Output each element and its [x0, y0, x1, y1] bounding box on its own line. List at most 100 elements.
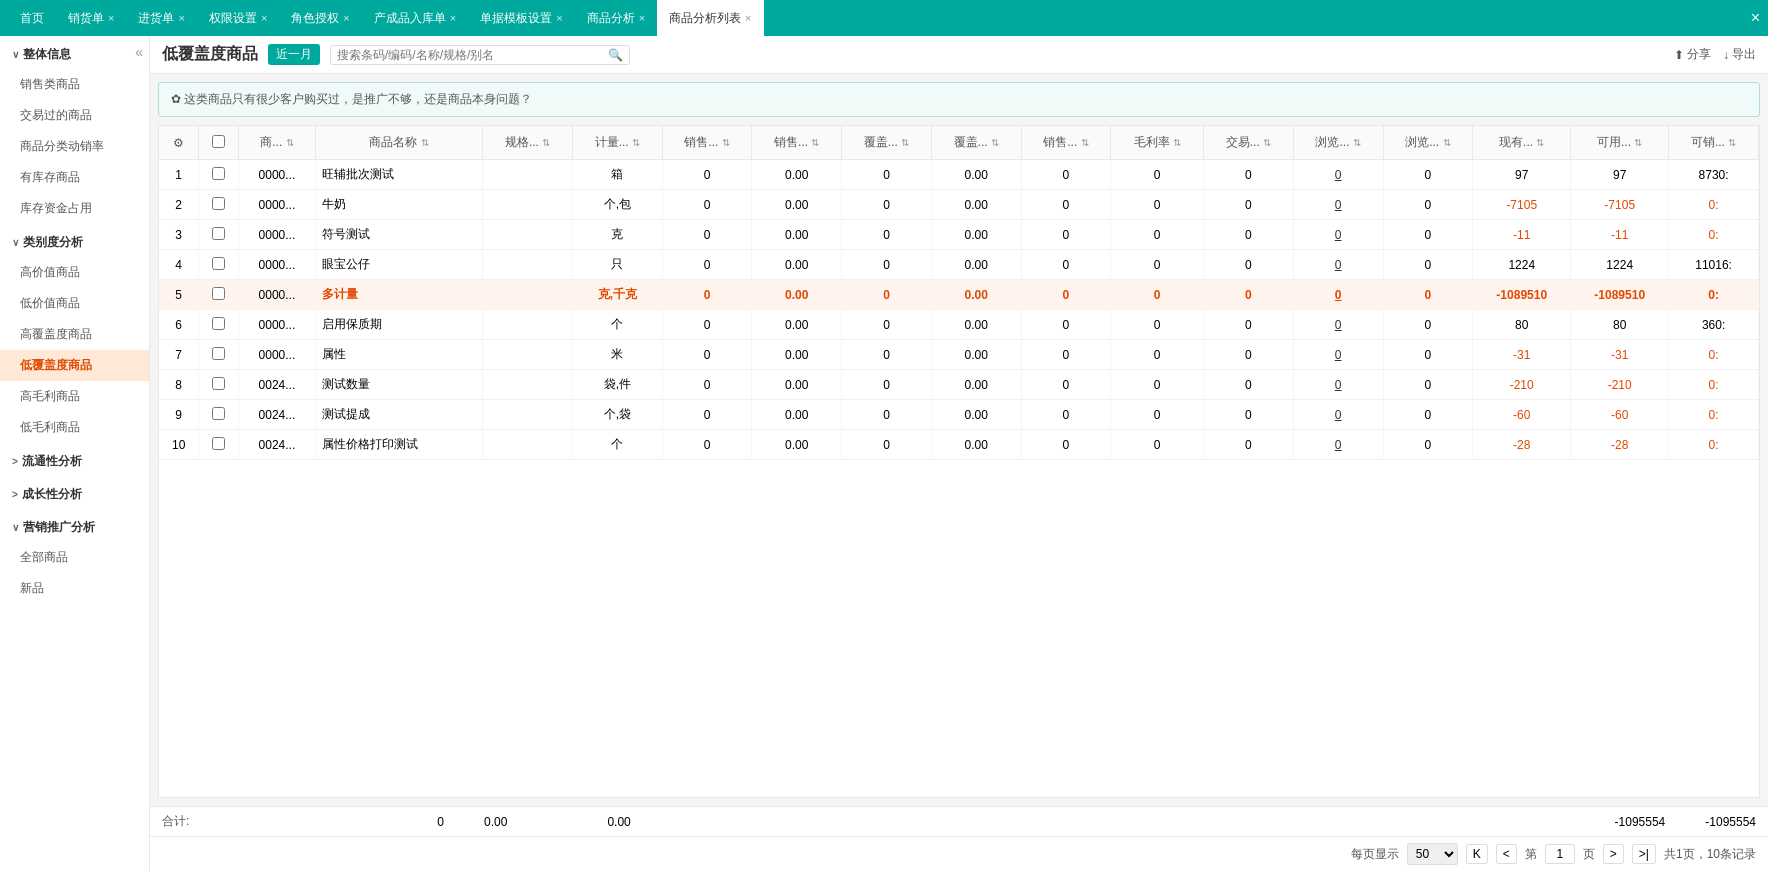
sidebar-item-sales-goods[interactable]: 销售类商品 [0, 69, 149, 100]
cell-browse1[interactable]: 0 [1293, 280, 1383, 310]
cell-name[interactable]: 测试提成 [315, 400, 483, 430]
sidebar-item-high-margin[interactable]: 高毛利商品 [0, 381, 149, 412]
col-sales-qty[interactable]: 销售... ⇅ [662, 126, 752, 160]
row-checkbox[interactable] [212, 317, 225, 330]
sidebar-item-category-rate[interactable]: 商品分类动销率 [0, 131, 149, 162]
nav-permission-settings[interactable]: 权限设置 × [197, 0, 279, 36]
col-sales3[interactable]: 销售... ⇅ [1021, 126, 1111, 160]
sidebar-item-traded-goods[interactable]: 交易过的商品 [0, 100, 149, 131]
nav-close-role-auth[interactable]: × [343, 12, 349, 24]
cell-checkbox[interactable] [199, 310, 239, 340]
cell-checkbox[interactable] [199, 430, 239, 460]
cell-name[interactable]: 旺辅批次测试 [315, 160, 483, 190]
sidebar-section-overall-info[interactable]: ∨ 整体信息 [0, 36, 149, 69]
cell-name[interactable]: 测试数量 [315, 370, 483, 400]
sidebar-item-low-value[interactable]: 低价值商品 [0, 288, 149, 319]
row-checkbox[interactable] [212, 377, 225, 390]
col-browse1[interactable]: 浏览... ⇅ [1293, 126, 1383, 160]
select-all-checkbox[interactable] [212, 135, 225, 148]
last-page-button[interactable]: >| [1632, 844, 1656, 864]
col-cover1[interactable]: 覆盖... ⇅ [842, 126, 932, 160]
cell-checkbox[interactable] [199, 340, 239, 370]
sidebar-section-liquidity[interactable]: > 流通性分析 [0, 443, 149, 476]
data-table-container[interactable]: ⚙ 商... ⇅ 商品名称 ⇅ 规格... ⇅ 计量... ⇅ 销售... ⇅ … [158, 125, 1760, 798]
cell-browse1[interactable]: 0 [1293, 340, 1383, 370]
cell-checkbox[interactable] [199, 370, 239, 400]
col-browse2[interactable]: 浏览... ⇅ [1383, 126, 1473, 160]
nav-purchase-order[interactable]: 进货单 × [126, 0, 196, 36]
share-button[interactable]: ⬆ 分享 [1674, 46, 1711, 63]
row-checkbox[interactable] [212, 227, 225, 240]
cell-checkbox[interactable] [199, 160, 239, 190]
col-current-stock[interactable]: 现有... ⇅ [1473, 126, 1571, 160]
col-sales-amt[interactable]: 销售... ⇅ [752, 126, 842, 160]
cell-name[interactable]: 眼宝公仔 [315, 250, 483, 280]
page-number-input[interactable] [1545, 844, 1575, 864]
cell-checkbox[interactable] [199, 400, 239, 430]
cell-browse1[interactable]: 0 [1293, 220, 1383, 250]
col-settings[interactable]: ⚙ [159, 126, 199, 160]
cell-name[interactable]: 多计量 [315, 280, 483, 310]
row-checkbox[interactable] [212, 167, 225, 180]
col-code[interactable]: 商... ⇅ [239, 126, 315, 160]
period-button[interactable]: 近一月 [268, 44, 320, 65]
col-gross-margin[interactable]: 毛利率 ⇅ [1111, 126, 1204, 160]
nav-close-finished-goods[interactable]: × [450, 12, 456, 24]
close-all-button[interactable]: × [1751, 9, 1760, 27]
nav-close-product-analysis-list[interactable]: × [745, 12, 751, 24]
col-name[interactable]: 商品名称 ⇅ [315, 126, 483, 160]
cell-browse1[interactable]: 0 [1293, 190, 1383, 220]
nav-finished-goods[interactable]: 产成品入库单 × [362, 0, 468, 36]
sidebar-item-new-goods[interactable]: 新品 [0, 573, 149, 604]
nav-sales-order[interactable]: 销货单 × [56, 0, 126, 36]
col-trade[interactable]: 交易... ⇅ [1204, 126, 1294, 160]
col-cover2[interactable]: 覆盖... ⇅ [931, 126, 1021, 160]
col-unit[interactable]: 计量... ⇅ [572, 126, 662, 160]
cell-checkbox[interactable] [199, 220, 239, 250]
nav-close-product-analysis[interactable]: × [639, 12, 645, 24]
nav-product-analysis-list[interactable]: 商品分析列表 × [657, 0, 763, 36]
cell-name[interactable]: 牛奶 [315, 190, 483, 220]
sidebar-section-marketing[interactable]: ∨ 营销推广分析 [0, 509, 149, 542]
nav-home[interactable]: 首页 [8, 0, 56, 36]
cell-browse1[interactable]: 0 [1293, 160, 1383, 190]
cell-name[interactable]: 启用保质期 [315, 310, 483, 340]
next-page-button[interactable]: > [1603, 844, 1624, 864]
cell-name[interactable]: 属性价格打印测试 [315, 430, 483, 460]
row-checkbox[interactable] [212, 407, 225, 420]
sidebar-item-all-goods[interactable]: 全部商品 [0, 542, 149, 573]
cell-browse1[interactable]: 0 [1293, 310, 1383, 340]
cell-browse1[interactable]: 0 [1293, 400, 1383, 430]
row-checkbox[interactable] [212, 437, 225, 450]
prev-page-button[interactable]: < [1496, 844, 1517, 864]
col-checkbox[interactable] [199, 126, 239, 160]
nav-close-permission[interactable]: × [261, 12, 267, 24]
nav-product-analysis[interactable]: 商品分析 × [575, 0, 657, 36]
cell-checkbox[interactable] [199, 280, 239, 310]
cell-name[interactable]: 符号测试 [315, 220, 483, 250]
sidebar-item-low-coverage[interactable]: 低覆盖度商品 [0, 350, 149, 381]
export-button[interactable]: ↓ 导出 [1723, 46, 1756, 63]
sidebar-section-growth[interactable]: > 成长性分析 [0, 476, 149, 509]
sidebar-section-category-analysis[interactable]: ∨ 类别度分析 [0, 224, 149, 257]
nav-close-sales-order[interactable]: × [108, 12, 114, 24]
page-size-select[interactable]: 50 100 200 [1407, 843, 1458, 865]
cell-browse1[interactable]: 0 [1293, 430, 1383, 460]
first-page-button[interactable]: K [1466, 844, 1488, 864]
cell-browse1[interactable]: 0 [1293, 370, 1383, 400]
nav-close-template[interactable]: × [556, 12, 562, 24]
search-icon[interactable]: 🔍 [608, 48, 623, 62]
nav-template-settings[interactable]: 单据模板设置 × [468, 0, 574, 36]
nav-role-auth[interactable]: 角色授权 × [279, 0, 361, 36]
sidebar-item-low-margin[interactable]: 低毛利商品 [0, 412, 149, 443]
row-checkbox[interactable] [212, 257, 225, 270]
row-checkbox[interactable] [212, 347, 225, 360]
sidebar-item-high-coverage[interactable]: 高覆盖度商品 [0, 319, 149, 350]
cell-name[interactable]: 属性 [315, 340, 483, 370]
cell-browse1[interactable]: 0 [1293, 250, 1383, 280]
cell-checkbox[interactable] [199, 190, 239, 220]
row-checkbox[interactable] [212, 287, 225, 300]
cell-checkbox[interactable] [199, 250, 239, 280]
sidebar-item-capital-occupation[interactable]: 库存资金占用 [0, 193, 149, 224]
sidebar-item-high-value[interactable]: 高价值商品 [0, 257, 149, 288]
